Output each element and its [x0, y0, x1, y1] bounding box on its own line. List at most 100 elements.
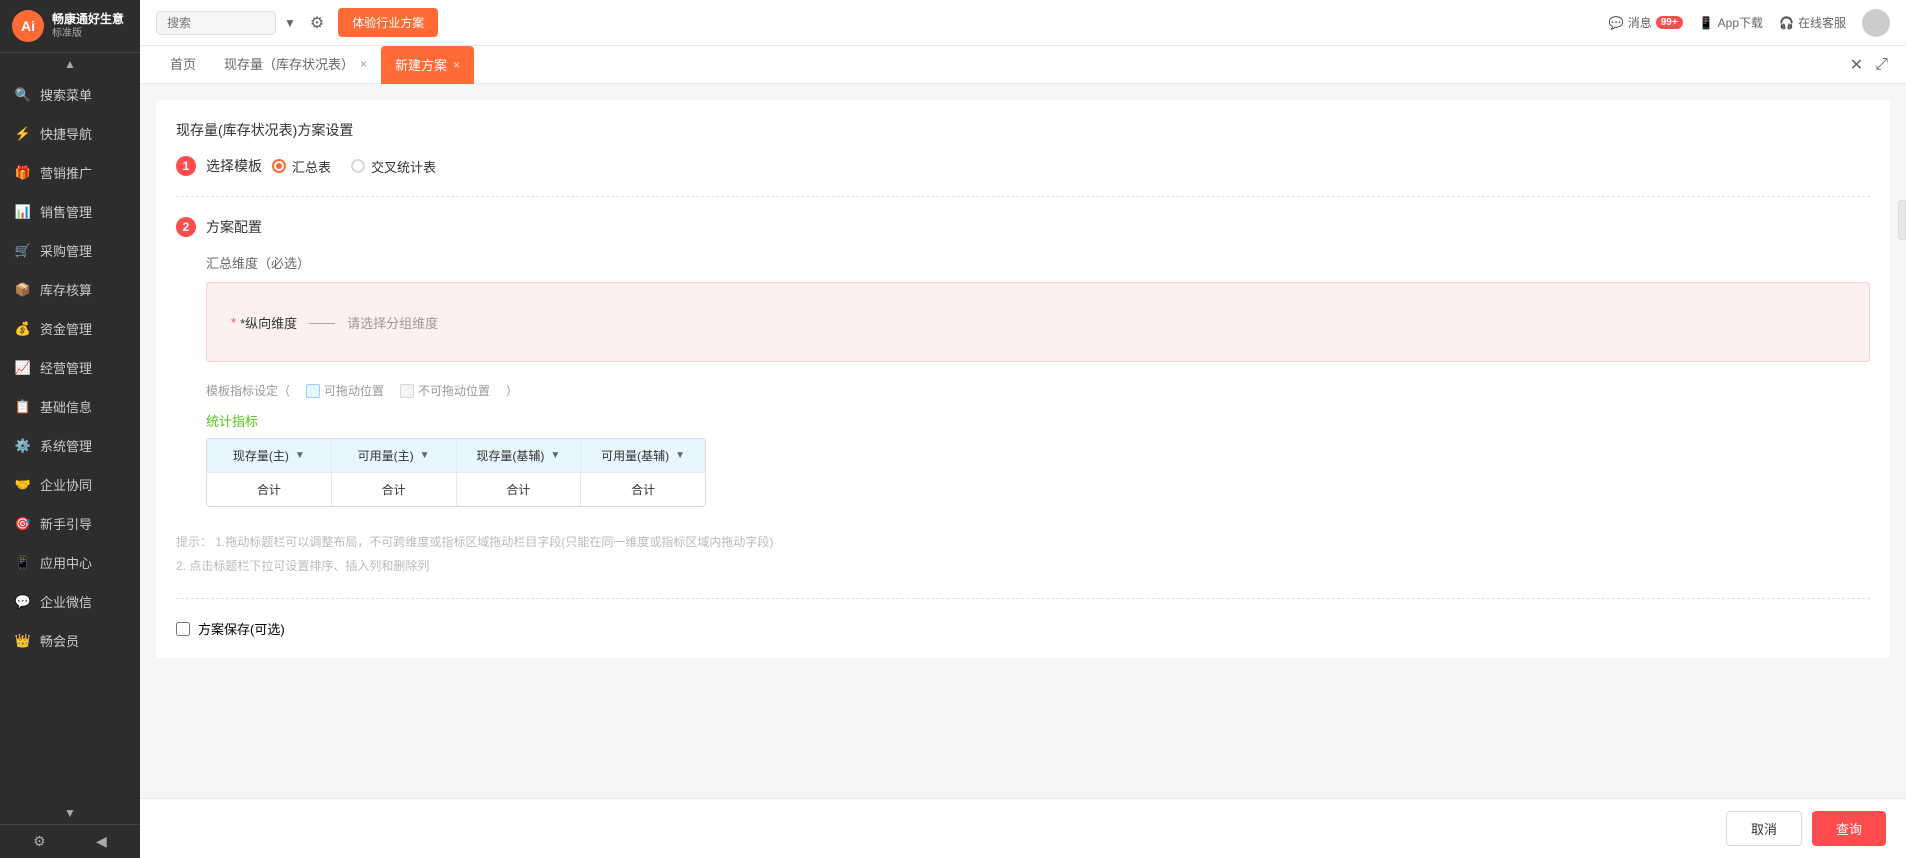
sidebar-item-guide[interactable]: 🎯 新手引导 [0, 504, 140, 543]
step2-section: 2 方案配置 汇总维度（必选） * *纵向维度 —— 请选择分组维度 [176, 217, 1870, 510]
stats-header-col-0[interactable]: 现存量(主) ▼ [207, 439, 332, 472]
stats-section: 统计指标 现存量(主) ▼ 可用量(主) ▼ [206, 411, 1870, 510]
sidebar-item-search-menu[interactable]: 🔍 搜索菜单 [0, 75, 140, 114]
topbar-dropdown-btn[interactable]: ▼ [284, 16, 296, 30]
tip-2: 2. 点击标题栏下拉可设置排序、插入列和删除列 [176, 554, 1870, 578]
col0-dropdown-icon[interactable]: ▼ [295, 450, 305, 461]
dim-dash: —— [309, 315, 335, 330]
sidebar-collapse-btn[interactable]: ◀ [96, 833, 107, 850]
user-avatar[interactable] [1862, 9, 1890, 37]
stats-header-col-2[interactable]: 现存量(基辅) ▼ [457, 439, 582, 472]
draggable-icon [306, 384, 320, 398]
marketing-icon: 🎁 [14, 164, 32, 182]
sidebar-settings-btn[interactable]: ⚙ [33, 833, 46, 850]
query-button[interactable]: 查询 [1812, 811, 1886, 846]
resize-handle[interactable] [1898, 200, 1906, 240]
sidebar-nav: 🔍 搜索菜单 ⚡ 快捷导航 🎁 营销推广 📊 销售管理 🛒 采购管理 📦 库存核… [0, 75, 140, 802]
topbar-message[interactable]: 💬 消息 99+ [1609, 14, 1683, 31]
vertical-dim-label: *纵向维度 [240, 313, 297, 332]
stats-data-col-0: 合计 [207, 473, 332, 506]
required-marker: * [231, 315, 236, 330]
step1-header: 1 选择模板 汇总表 交叉统计表 [176, 156, 1870, 176]
tab-new-plan[interactable]: 新建方案 × [381, 46, 474, 84]
stats-table: 现存量(主) ▼ 可用量(主) ▼ 现存量(基辅) ▼ [206, 438, 706, 507]
sidebar-item-sales[interactable]: 📊 销售管理 [0, 192, 140, 231]
system-icon: ⚙️ [14, 437, 32, 455]
sidebar-item-app-center[interactable]: 📱 应用中心 [0, 543, 140, 582]
stats-data-col-2: 合计 [457, 473, 582, 506]
sidebar-item-purchase[interactable]: 🛒 采购管理 [0, 231, 140, 270]
window-close-btn[interactable]: ✕ [1848, 53, 1865, 77]
col2-dropdown-icon[interactable]: ▼ [550, 450, 560, 461]
topbar-right: 💬 消息 99+ 📱 App下载 🎧 在线客服 [1609, 9, 1890, 37]
sidebar-item-system[interactable]: ⚙️ 系统管理 [0, 426, 140, 465]
sales-icon: 📊 [14, 203, 32, 221]
template-radio-group: 汇总表 交叉统计表 [272, 157, 436, 176]
topbar-settings-btn[interactable]: ⚙ [304, 11, 330, 35]
sidebar-item-member[interactable]: 👑 畅会员 [0, 621, 140, 660]
sidebar: Ai 畅康通好生意 标准版 ▲ 🔍 搜索菜单 ⚡ 快捷导航 🎁 营销推广 📊 销… [0, 0, 140, 858]
sidebar-item-operations[interactable]: 📈 经营管理 [0, 348, 140, 387]
sidebar-item-marketing[interactable]: 🎁 营销推广 [0, 153, 140, 192]
window-expand-btn[interactable]: ⤢ [1873, 54, 1890, 76]
legend-draggable: 可拖动位置 [306, 382, 384, 399]
col3-dropdown-icon[interactable]: ▼ [675, 450, 685, 461]
summary-dim-section: 汇总维度（必选） * *纵向维度 —— 请选择分组维度 [206, 253, 1870, 362]
topbar-app-download[interactable]: 📱 App下载 [1699, 14, 1763, 31]
dim-placeholder: 请选择分组维度 [347, 313, 438, 332]
stats-data-col-3: 合计 [581, 473, 705, 506]
indicators-label: 模板指标设定（ [206, 382, 290, 399]
sidebar-logo: Ai 畅康通好生意 标准版 [0, 0, 140, 53]
sidebar-scroll-up[interactable]: ▲ [0, 53, 140, 75]
summary-dim-label: 汇总维度（必选） [206, 253, 1870, 272]
indicator-legend: 模板指标设定（ 可拖动位置 不可拖动位置 ） [206, 382, 1870, 399]
window-controls: ✕ ⤢ [1848, 53, 1890, 77]
radio-summary[interactable]: 汇总表 [272, 157, 331, 176]
sidebar-item-basic-info[interactable]: 📋 基础信息 [0, 387, 140, 426]
topbar: ▼ ⚙ 体验行业方案 💬 消息 99+ 📱 App下载 🎧 在线客服 [140, 0, 1906, 46]
tab-home[interactable]: 首页 [156, 46, 210, 84]
sidebar-scroll-down[interactable]: ▼ [0, 802, 140, 824]
legend-fixed: 不可拖动位置 [400, 382, 490, 399]
member-icon: 👑 [14, 632, 32, 650]
cooperation-icon: 🤝 [14, 476, 32, 494]
sidebar-item-wechat[interactable]: 💬 企业微信 [0, 582, 140, 621]
stats-data-col-1: 合计 [332, 473, 457, 506]
step2-header: 2 方案配置 [176, 217, 1870, 237]
footer: 取消 查询 [140, 798, 1906, 858]
tab-new-plan-close[interactable]: × [453, 58, 460, 72]
step2-title: 方案配置 [206, 217, 262, 237]
main-panel: 现存量(库存状况表)方案设置 1 选择模板 汇总表 交叉统计表 [156, 100, 1890, 658]
message-icon: 💬 [1609, 16, 1624, 30]
save-checkbox[interactable] [176, 622, 190, 636]
radio-crosstab[interactable]: 交叉统计表 [351, 157, 436, 176]
tip-1: 提示： 1.拖动标题栏可以调整布局，不可跨维度或指标区域拖动栏目字段(只能在同一… [176, 530, 1870, 554]
sidebar-item-quick-nav[interactable]: ⚡ 快捷导航 [0, 114, 140, 153]
step1-section: 1 选择模板 汇总表 交叉统计表 [176, 156, 1870, 176]
tips-section: 提示： 1.拖动标题栏可以调整布局，不可跨维度或指标区域拖动栏目字段(只能在同一… [176, 530, 1870, 578]
step-divider [176, 196, 1870, 197]
tab-inventory-status-close[interactable]: × [360, 57, 367, 71]
quick-nav-icon: ⚡ [14, 125, 32, 143]
dim-area[interactable]: * *纵向维度 —— 请选择分组维度 [206, 282, 1870, 362]
stats-title: 统计指标 [206, 411, 1870, 430]
wechat-icon: 💬 [14, 593, 32, 611]
tab-inventory-status[interactable]: 现存量（库存状况表） × [210, 46, 381, 84]
main-area: ▼ ⚙ 体验行业方案 💬 消息 99+ 📱 App下载 🎧 在线客服 [140, 0, 1906, 858]
save-label: 方案保存(可选) [198, 619, 285, 638]
message-badge: 99+ [1656, 16, 1683, 29]
sidebar-item-inventory[interactable]: 📦 库存核算 [0, 270, 140, 309]
cancel-button[interactable]: 取消 [1726, 811, 1802, 846]
topbar-trial-btn[interactable]: 体验行业方案 [338, 8, 438, 37]
col1-dropdown-icon[interactable]: ▼ [420, 450, 430, 461]
indicators-section: 模板指标设定（ 可拖动位置 不可拖动位置 ） 统计指标 [206, 382, 1870, 510]
stats-data-row: 合计 合计 合计 合计 [207, 472, 705, 506]
stats-header-col-1[interactable]: 可用量(主) ▼ [332, 439, 457, 472]
stats-header-col-3[interactable]: 可用量(基辅) ▼ [581, 439, 705, 472]
radio-summary-circle [272, 159, 286, 173]
purchase-icon: 🛒 [14, 242, 32, 260]
topbar-online-service[interactable]: 🎧 在线客服 [1779, 14, 1846, 31]
topbar-search-input[interactable] [156, 11, 276, 35]
sidebar-item-finance[interactable]: 💰 资金管理 [0, 309, 140, 348]
sidebar-item-cooperation[interactable]: 🤝 企业协同 [0, 465, 140, 504]
